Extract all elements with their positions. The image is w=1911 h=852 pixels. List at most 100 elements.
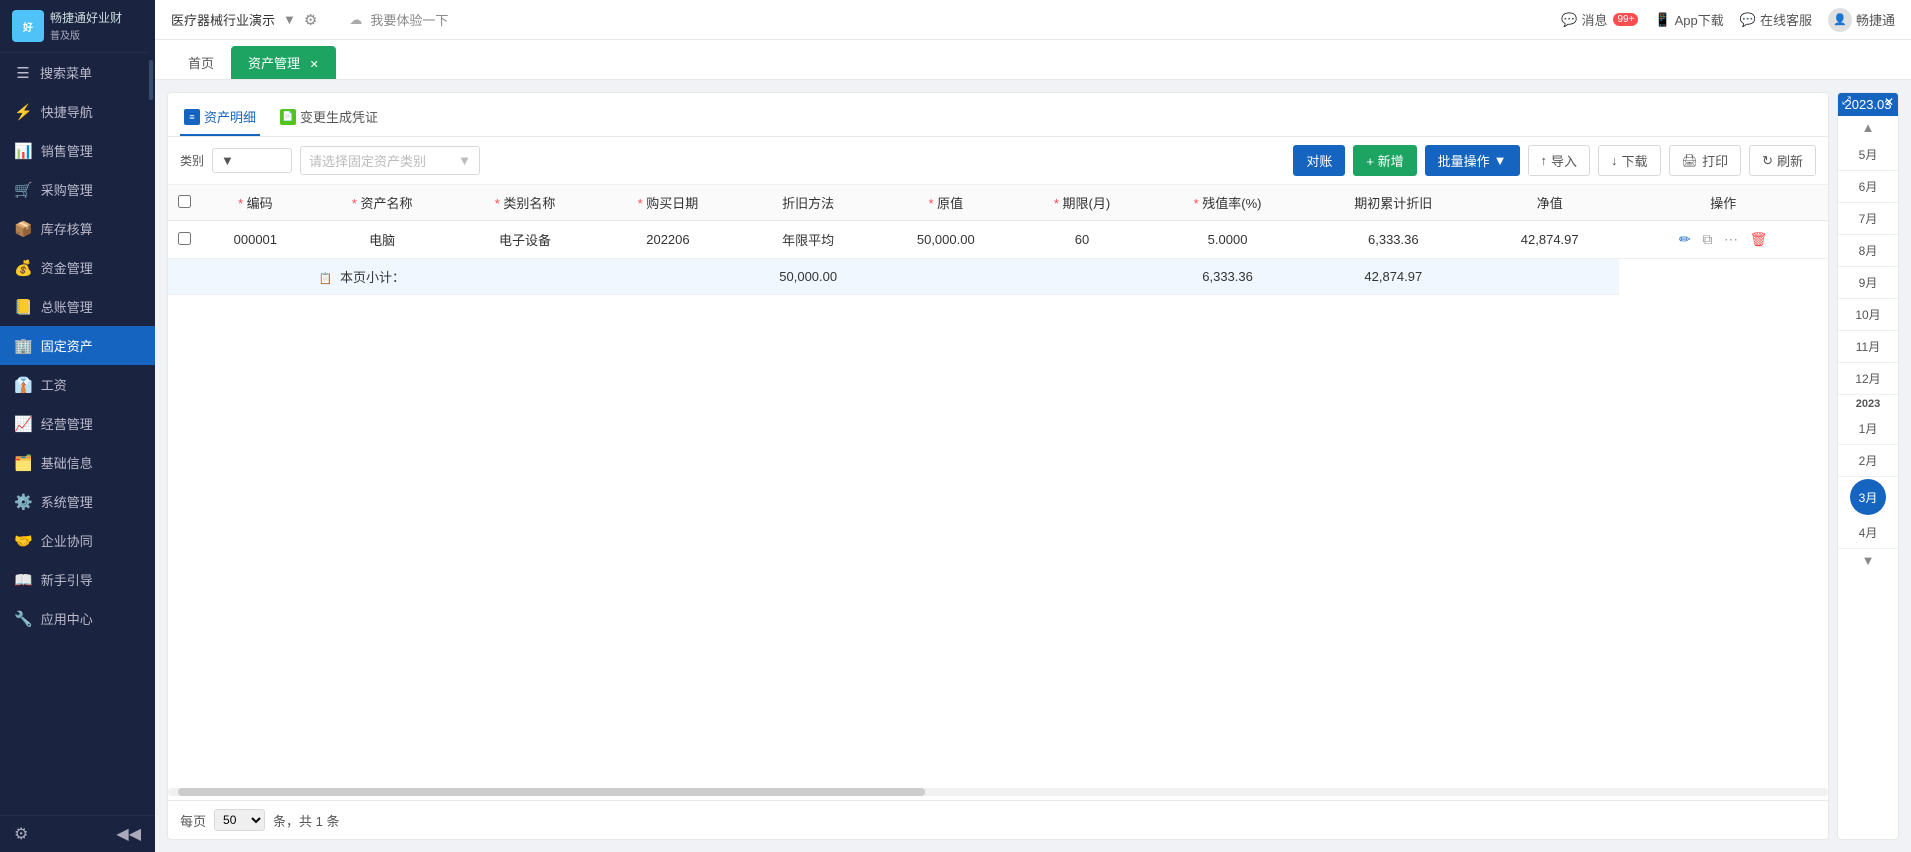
subtotal-period [877, 259, 1015, 295]
calendar-month-1[interactable]: 1月 [1838, 413, 1898, 445]
header-left: 医疗器械行业演示 ▼ ⚙ ☁ 我要体验一下 [171, 10, 448, 29]
sidebar-item-management[interactable]: 📈 经营管理 [0, 404, 155, 443]
user-avatar: 👤 [1828, 8, 1852, 32]
close-icon[interactable]: ✕ [1884, 95, 1894, 109]
category-select[interactable]: ▼ [212, 148, 292, 173]
edit-button[interactable]: ✏ [1675, 229, 1695, 250]
user-area[interactable]: 👤 畅捷通 [1828, 8, 1895, 32]
new-button[interactable]: + 新增 [1353, 145, 1416, 176]
refresh-button[interactable]: ↻ 刷新 [1749, 145, 1816, 176]
purchase-icon: 🛒 [14, 181, 33, 199]
calendar-month-11-prev[interactable]: 11月 [1838, 331, 1898, 363]
refresh-icon: ↻ [1762, 153, 1773, 169]
feedback-button[interactable]: 我要体验一下 [370, 10, 448, 29]
row-category: 电子设备 [454, 221, 597, 259]
page-size-select[interactable]: 50 10 20 100 [214, 809, 265, 831]
calendar-month-10-prev[interactable]: 10月 [1838, 299, 1898, 331]
right-calendar-panel: ⤢ 2023.03 ✕ ▲ 5月 6月 7月 8月 9月 10月 11月 12月… [1837, 92, 1899, 840]
online-service-button[interactable]: 💬 在线客服 [1740, 10, 1812, 29]
sidebar-item-guide[interactable]: 📖 新手引导 [0, 560, 155, 599]
app-download-button[interactable]: 📱 App下载 [1654, 10, 1723, 29]
header-period: 期限(月) [1015, 185, 1150, 221]
subtotal-net-value: 42,874.97 [1306, 259, 1481, 295]
account-button[interactable]: 对账 [1293, 145, 1345, 176]
table-header-row: 编码 资产名称 类别名称 购买日期 折旧方法 原值 期限(月) 残值率(%) 期… [168, 185, 1828, 221]
sidebar-item-fixed-assets[interactable]: 🏢 固定资产 [0, 326, 155, 365]
download-button[interactable]: ↓ 下载 [1598, 145, 1661, 176]
system-icon: ⚙️ [14, 493, 33, 511]
category-placeholder[interactable]: 请选择固定资产类别 ▼ [300, 146, 480, 175]
subtotal-label: 📋 本页小计： [311, 259, 740, 295]
sidebar-item-sales[interactable]: 📊 销售管理 [0, 131, 155, 170]
calendar-month-5-prev[interactable]: 5月 [1838, 139, 1898, 171]
asset-table: 编码 资产名称 类别名称 购买日期 折旧方法 原值 期限(月) 残值率(%) 期… [168, 185, 1828, 295]
tab-asset-management[interactable]: 资产管理 ✕ [231, 46, 336, 79]
horizontal-scrollbar[interactable] [168, 788, 1828, 796]
sidebar-item-quicknav[interactable]: ⚡ 快捷导航 [0, 92, 155, 131]
fixed-assets-icon: 🏢 [14, 337, 33, 355]
tab-home[interactable]: 首页 [171, 46, 231, 79]
calendar-month-7-prev[interactable]: 7月 [1838, 203, 1898, 235]
content-area: ≡ 资产明细 📄 变更生成凭证 类别 ▼ 请选择固定资产类别 ▼ [155, 80, 1911, 852]
calendar-month-2[interactable]: 2月 [1838, 445, 1898, 477]
more-button[interactable]: ⋯ [1720, 229, 1742, 250]
row-net-value: 42,874.97 [1481, 221, 1619, 259]
print-button[interactable]: 🖨 打印 [1669, 145, 1742, 176]
cloud-icon: ☁ [349, 12, 362, 28]
sidebar-scrollbar-thumb [149, 60, 153, 100]
sidebar-item-search[interactable]: ☰ 搜索菜单 [0, 53, 155, 92]
header-purchase-date: 购买日期 [596, 185, 739, 221]
sub-tab-voucher[interactable]: 📄 变更生成凭证 [276, 101, 382, 136]
calendar-month-9-prev[interactable]: 9月 [1838, 267, 1898, 299]
delete-button[interactable]: 🗑 [1746, 229, 1772, 250]
row-checkbox[interactable] [178, 232, 191, 245]
sales-icon: 📊 [14, 142, 33, 160]
calendar-month-4[interactable]: 4月 [1838, 517, 1898, 549]
finance-icon: 💰 [14, 259, 33, 277]
calendar-year-2023: 2023 [1838, 395, 1898, 413]
batch-dropdown-icon: ▼ [1494, 153, 1507, 168]
sub-tab-asset-detail[interactable]: ≡ 资产明细 [180, 101, 260, 136]
header-operations: 操作 [1619, 185, 1829, 221]
header-checkbox-cell [168, 185, 200, 221]
sidebar-item-inventory[interactable]: 📦 库存核算 [0, 209, 155, 248]
sidebar-item-purchase[interactable]: 🛒 采购管理 [0, 170, 155, 209]
calendar-nav-down[interactable]: ▼ [1838, 549, 1898, 572]
calendar-header: ⤢ 2023.03 ✕ [1838, 93, 1898, 116]
sidebar-item-ledger[interactable]: 📒 总账管理 [0, 287, 155, 326]
settings-icon[interactable]: ⚙ [14, 824, 28, 844]
sidebar-item-app-center[interactable]: 🔧 应用中心 [0, 599, 155, 638]
sidebar-item-cooperation[interactable]: 🤝 企业协同 [0, 521, 155, 560]
search-menu-icon: ☰ [14, 64, 32, 82]
header-net-value: 净值 [1481, 185, 1619, 221]
select-all-checkbox[interactable] [178, 195, 191, 208]
company-settings-icon[interactable]: ⚙ [304, 11, 317, 29]
tab-close-icon[interactable]: ✕ [310, 59, 319, 71]
batch-button[interactable]: 批量操作 ▼ [1425, 145, 1520, 176]
sidebar-item-salary[interactable]: 👔 工资 [0, 365, 155, 404]
import-button[interactable]: ↑ 导入 [1528, 145, 1591, 176]
calendar-month-8-prev[interactable]: 8月 [1838, 235, 1898, 267]
sidebar-item-system[interactable]: ⚙️ 系统管理 [0, 482, 155, 521]
expand-icon[interactable]: ⤢ [1842, 95, 1851, 108]
message-button[interactable]: 💬 消息 99+ [1561, 10, 1638, 29]
calendar-month-6-prev[interactable]: 6月 [1838, 171, 1898, 203]
sidebar-item-basic-info[interactable]: 🗂️ 基础信息 [0, 443, 155, 482]
sidebar-bottom: ⚙ ◀◀ [0, 815, 155, 852]
row-period: 60 [1015, 221, 1150, 259]
copy-button[interactable]: ⧉ [1698, 229, 1716, 250]
company-dropdown-icon[interactable]: ▼ [283, 12, 296, 27]
toolbar-left: 类别 ▼ 请选择固定资产类别 ▼ [180, 146, 480, 175]
calendar-nav-up[interactable]: ▲ [1838, 116, 1898, 139]
row-depreciation-method: 年限平均 [739, 221, 877, 259]
service-icon: 💬 [1740, 12, 1756, 28]
calendar-month-12-prev[interactable]: 12月 [1838, 363, 1898, 395]
collapse-icon[interactable]: ◀◀ [116, 824, 141, 844]
calendar-month-3-active[interactable]: 3月 [1850, 479, 1886, 515]
inventory-icon: 📦 [14, 220, 33, 238]
sidebar-item-finance[interactable]: 💰 资金管理 [0, 248, 155, 287]
header-residual-rate: 残值率(%) [1149, 185, 1305, 221]
download-icon: ↓ [1611, 153, 1618, 168]
total-label: 条，共 1 条 [273, 811, 339, 830]
company-name: 医疗器械行业演示 [171, 10, 275, 29]
